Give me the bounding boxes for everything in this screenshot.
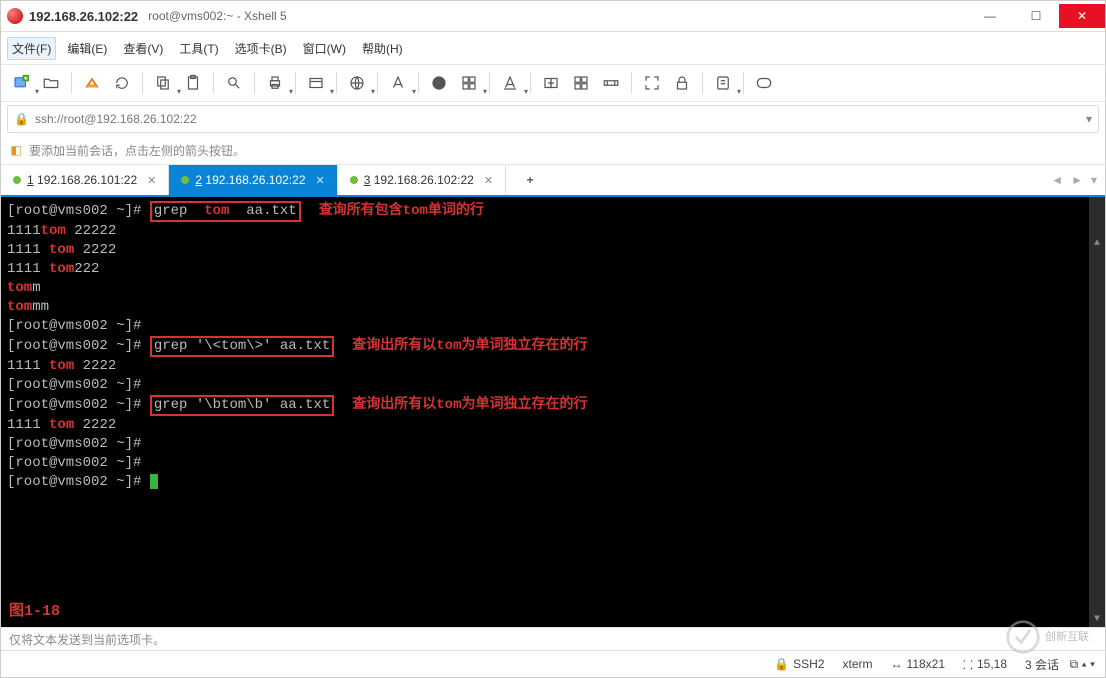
- menu-view[interactable]: 查看(V): [118, 37, 168, 60]
- status-size: ↔ 118x21: [891, 657, 945, 671]
- terminal-line: 1111 tom222: [7, 260, 1099, 279]
- address-bar[interactable]: 🔒 ssh://root@192.168.26.102:22 ▾: [7, 105, 1099, 133]
- terminal-line: [root@vms002 ~]# grep tom aa.txt查询所有包含to…: [7, 201, 1099, 222]
- reconnect-icon[interactable]: [110, 71, 134, 95]
- copy-icon[interactable]: ▾: [151, 71, 175, 95]
- window-buttons: — ☐ ✕: [967, 1, 1105, 31]
- address-url: ssh://root@192.168.26.102:22: [35, 112, 197, 126]
- paste-icon[interactable]: [181, 71, 205, 95]
- hint-text: 要添加当前会话，点击左侧的箭头按钮。: [29, 142, 245, 159]
- terminal-line: [root@vms002 ~]# grep '\btom\b' aa.txt查询…: [7, 395, 1099, 416]
- minimize-button[interactable]: —: [967, 4, 1013, 28]
- terminal-line: [root@vms002 ~]#: [7, 473, 1099, 492]
- bookmark-icon[interactable]: ◧: [9, 143, 23, 157]
- status-sessions: 3 会话 ⧉ ▴ ▾: [1025, 656, 1095, 673]
- menu-file[interactable]: 文件(F): [7, 37, 56, 60]
- terminal-line: 1111 tom 2222: [7, 416, 1099, 435]
- tunnel-icon[interactable]: [599, 71, 623, 95]
- tab-close-icon[interactable]: ✕: [484, 174, 493, 187]
- status-cursor-pos: ⸬ 15,18: [963, 656, 1007, 673]
- terminal-scrollbar[interactable]: ▲ ▼: [1089, 197, 1105, 627]
- sessions-icon[interactable]: [569, 71, 593, 95]
- new-session-icon[interactable]: ▾: [9, 71, 33, 95]
- tab-next-icon[interactable]: ►: [1071, 173, 1083, 187]
- tab-list-icon[interactable]: ▾: [1091, 173, 1097, 187]
- session-tabs: 1 192.168.26.101:22 ✕ 2 192.168.26.102:2…: [1, 165, 1105, 197]
- tab-close-icon[interactable]: ✕: [147, 174, 156, 187]
- menu-bar: 文件(F) 编辑(E) 查看(V) 工具(T) 选项卡(B) 窗口(W) 帮助(…: [1, 32, 1105, 65]
- title-bar: 192.168.26.102:22 root@vms002:~ - Xshell…: [1, 1, 1105, 32]
- tab-nav: ◄ ► ▾: [1043, 165, 1105, 195]
- status-dot-icon: [13, 176, 21, 184]
- tab-1[interactable]: 1 192.168.26.101:22 ✕: [1, 165, 169, 195]
- terminal-line: 1111tom 22222: [7, 222, 1099, 241]
- lock-icon[interactable]: [670, 71, 694, 95]
- open-icon[interactable]: [39, 71, 63, 95]
- menu-tools[interactable]: 工具(T): [174, 37, 223, 60]
- find-icon[interactable]: [222, 71, 246, 95]
- terminal-line: 1111 tom 2222: [7, 357, 1099, 376]
- watermark: 创新互联: [1005, 617, 1095, 657]
- tab-close-icon[interactable]: ✕: [316, 174, 325, 187]
- color-scheme-icon[interactable]: ▾: [457, 71, 481, 95]
- tab-prev-icon[interactable]: ◄: [1051, 173, 1063, 187]
- status-dot-icon: [181, 176, 189, 184]
- toolbar: ▾ ▾ ▾ ▾ ▾ ▾ ▾ ▾ ▾: [1, 65, 1105, 102]
- terminal-line: tomm: [7, 279, 1099, 298]
- send-scope-bar[interactable]: 仅将文本发送到当前选项卡。: [1, 627, 1105, 650]
- close-button[interactable]: ✕: [1059, 4, 1105, 28]
- terminal-line: [root@vms002 ~]#: [7, 454, 1099, 473]
- xshell-window: 192.168.26.102:22 root@vms002:~ - Xshell…: [0, 0, 1106, 678]
- status-bar: 🔒 SSH2 xterm ↔ 118x21 ⸬ 15,18 3 会话 ⧉ ▴ ▾: [1, 650, 1105, 677]
- window-subtitle: root@vms002:~ - Xshell 5: [148, 9, 287, 23]
- status-proto: 🔒 SSH2: [774, 657, 824, 671]
- quick-connect-icon[interactable]: [80, 71, 104, 95]
- app-icon: [7, 8, 23, 24]
- encoding-icon[interactable]: ▾: [498, 71, 522, 95]
- fullscreen-icon[interactable]: [640, 71, 664, 95]
- menu-window[interactable]: 窗口(W): [298, 37, 351, 60]
- terminal[interactable]: [root@vms002 ~]# grep tom aa.txt查询所有包含to…: [1, 197, 1105, 627]
- menu-help[interactable]: 帮助(H): [357, 37, 408, 60]
- globe-icon[interactable]: ▾: [345, 71, 369, 95]
- maximize-button[interactable]: ☐: [1013, 4, 1059, 28]
- figure-label: 图1-18: [9, 602, 60, 621]
- tab-3[interactable]: 3 192.168.26.102:22 ✕: [338, 165, 506, 195]
- menu-tabs[interactable]: 选项卡(B): [230, 37, 292, 60]
- highlight-icon[interactable]: [427, 71, 451, 95]
- properties-icon[interactable]: ▾: [304, 71, 328, 95]
- window-title: 192.168.26.102:22: [29, 9, 138, 24]
- address-dropdown-icon[interactable]: ▾: [1086, 112, 1092, 126]
- script-icon[interactable]: ▾: [711, 71, 735, 95]
- menu-edit[interactable]: 编辑(E): [62, 37, 112, 60]
- tab-2[interactable]: 2 192.168.26.102:22 ✕: [169, 165, 337, 195]
- terminal-line: [root@vms002 ~]#: [7, 435, 1099, 454]
- print-icon[interactable]: ▾: [263, 71, 287, 95]
- status-term: xterm: [843, 657, 873, 671]
- terminal-line: [root@vms002 ~]#: [7, 317, 1099, 336]
- font-icon[interactable]: ▾: [386, 71, 410, 95]
- terminal-line: tommm: [7, 298, 1099, 317]
- hint-bar: ◧ 要添加当前会话，点击左侧的箭头按钮。: [1, 136, 1105, 165]
- terminal-line: [root@vms002 ~]# grep '\<tom\>' aa.txt查询…: [7, 336, 1099, 357]
- terminal-line: 1111 tom 2222: [7, 241, 1099, 260]
- terminal-line: [root@vms002 ~]#: [7, 376, 1099, 395]
- status-dot-icon: [350, 176, 358, 184]
- new-tab-button[interactable]: +: [506, 165, 554, 195]
- lock-small-icon: 🔒: [14, 112, 29, 126]
- help-icon[interactable]: [752, 71, 776, 95]
- transfer-icon[interactable]: [539, 71, 563, 95]
